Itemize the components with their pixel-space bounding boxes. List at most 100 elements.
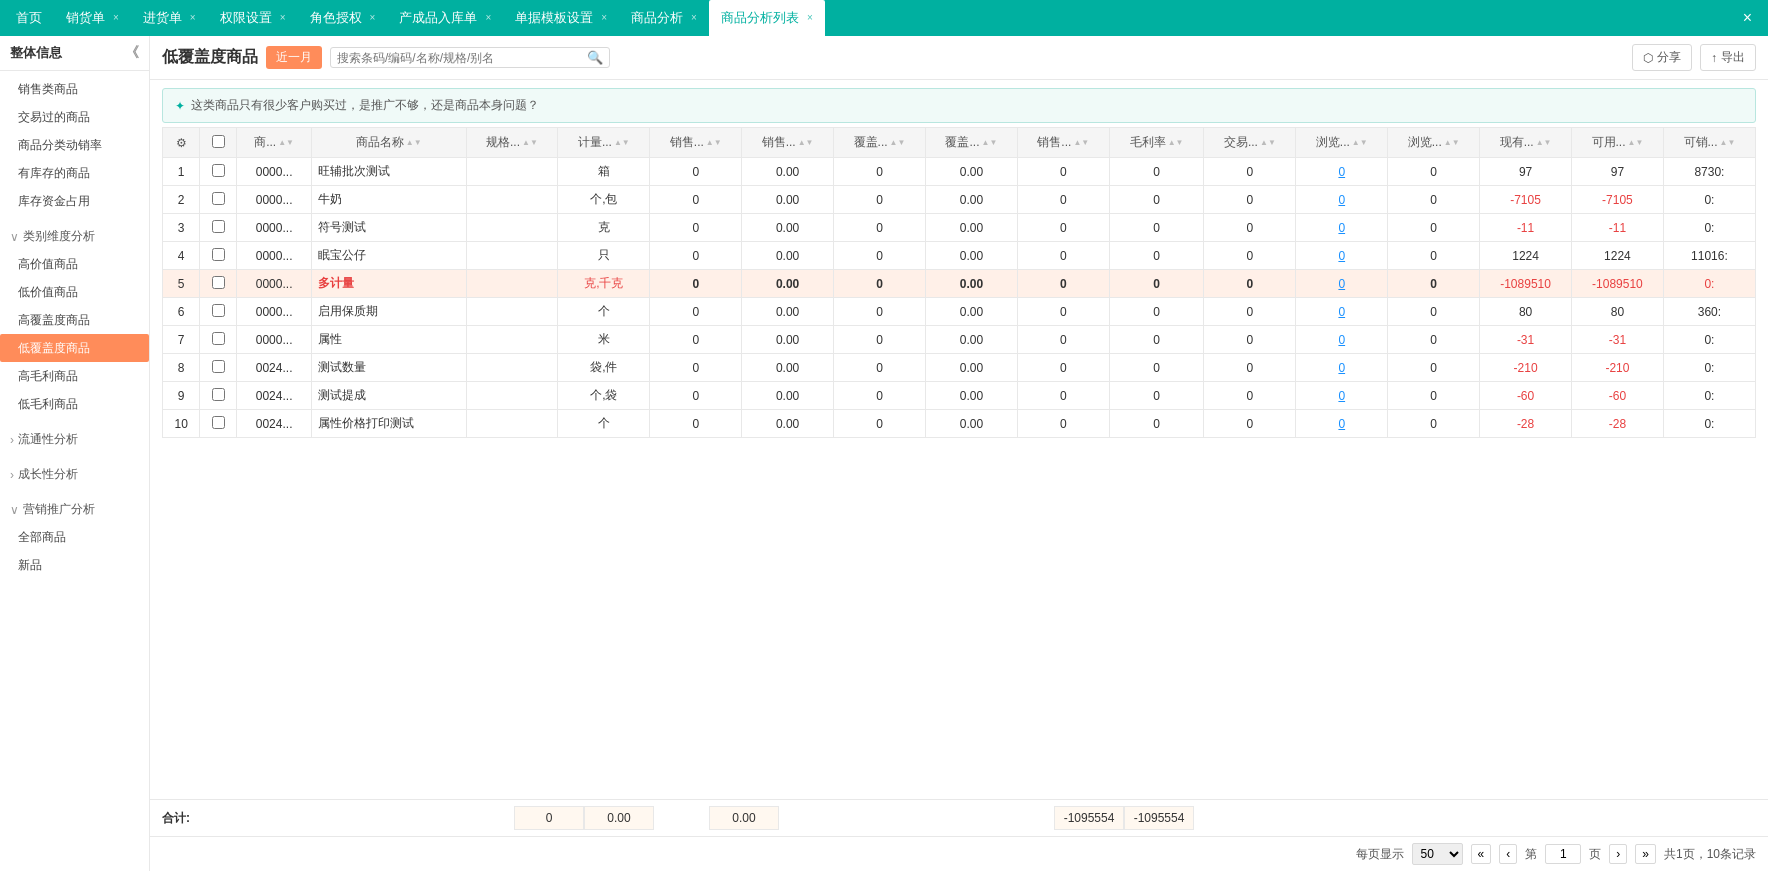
nav-permissions[interactable]: 权限设置 × [208,0,298,36]
row-checkbox[interactable] [200,214,237,242]
row-browse1[interactable]: 0 [1296,242,1388,270]
row-code: 0024... [237,354,312,382]
row-name: 符号测试 [312,214,466,242]
row-sales-days: 0 [1017,158,1109,186]
sidebar-item-high-value[interactable]: 高价值商品 [0,250,149,278]
sidebar-item-low-profit[interactable]: 低毛利商品 [0,390,149,418]
prev-page-btn[interactable]: ‹ [1499,844,1517,864]
row-checkbox[interactable] [200,354,237,382]
sidebar-item-sales-goods[interactable]: 销售类商品 [0,75,149,103]
sidebar-item-low-value[interactable]: 低价值商品 [0,278,149,306]
last-page-btn[interactable]: » [1635,844,1656,864]
nav-roles-close[interactable]: × [370,0,376,36]
row-sales-days: 0 [1017,354,1109,382]
nav-purchase[interactable]: 进货单 × [131,0,208,36]
row-sales-amt: 0.00 [742,410,834,438]
sidebar-flow-title[interactable]: › 流通性分析 [0,426,149,453]
col-browse1: 浏览...▲▼ [1296,128,1388,158]
nav-analysis-list[interactable]: 商品分析列表 × [709,0,825,36]
sidebar-marketing-title[interactable]: ∨ 营销推广分析 [0,496,149,523]
row-gross-rate: 0 [1109,270,1204,298]
nav-roles[interactable]: 角色授权 × [298,0,388,36]
nav-analysis-list-close[interactable]: × [807,0,813,36]
row-browse1[interactable]: 0 [1296,410,1388,438]
page-input[interactable] [1545,844,1581,864]
share-button[interactable]: ⬡ 分享 [1632,44,1692,71]
row-unit: 个 [558,298,650,326]
select-all-checkbox[interactable] [212,135,225,148]
sidebar-item-in-stock[interactable]: 有库存的商品 [0,159,149,187]
next-page-btn[interactable]: › [1609,844,1627,864]
row-checkbox[interactable] [200,158,237,186]
row-checkbox[interactable] [200,270,237,298]
sidebar-item-high-profit[interactable]: 高毛利商品 [0,362,149,390]
sidebar-growth-title[interactable]: › 成长性分析 [0,461,149,488]
sidebar-category-title[interactable]: ∨ 类别维度分析 [0,223,149,250]
row-browse1[interactable]: 0 [1296,326,1388,354]
sidebar-item-new-goods[interactable]: 新品 [0,551,149,579]
row-checkbox[interactable] [200,298,237,326]
nav-templates[interactable]: 单据模板设置 × [503,0,619,36]
sidebar-item-low-coverage[interactable]: 低覆盖度商品 [0,334,149,362]
total-current: -1095554 [1054,806,1124,830]
search-input[interactable] [337,51,587,65]
row-trade: 0 [1204,354,1296,382]
sidebar-item-traded-goods[interactable]: 交易过的商品 [0,103,149,131]
row-browse1[interactable]: 0 [1296,186,1388,214]
sidebar-item-capital-ratio[interactable]: 库存资金占用 [0,187,149,215]
sidebar-item-sales-rate[interactable]: 商品分类动销率 [0,131,149,159]
total-cov2: 0.00 [709,806,779,830]
top-navigation: 首页 销货单 × 进货单 × 权限设置 × 角色授权 × 产成品入库单 × 单据… [0,0,1768,36]
col-spec: 规格...▲▼ [466,128,558,158]
sidebar-item-high-coverage[interactable]: 高覆盖度商品 [0,306,149,334]
row-spec [466,214,558,242]
row-gross-rate: 0 [1109,410,1204,438]
row-browse1[interactable]: 0 [1296,382,1388,410]
nav-sales-close[interactable]: × [113,0,119,36]
row-checkbox[interactable] [200,410,237,438]
row-gross-rate: 0 [1109,326,1204,354]
row-cov1: 0 [834,410,926,438]
nav-window-close[interactable]: × [1731,9,1764,27]
row-browse1[interactable]: 0 [1296,270,1388,298]
nav-analysis[interactable]: 商品分析 × [619,0,709,36]
nav-purchase-close[interactable]: × [190,0,196,36]
row-browse1[interactable]: 0 [1296,214,1388,242]
row-code: 0000... [237,326,312,354]
nav-sales[interactable]: 销货单 × [54,0,131,36]
col-setting[interactable]: ⚙ [163,128,200,158]
first-page-btn[interactable]: « [1471,844,1492,864]
row-browse1[interactable]: 0 [1296,298,1388,326]
nav-products[interactable]: 产成品入库单 × [387,0,503,36]
row-checkbox[interactable] [200,382,237,410]
row-available-stock: 80 [1572,298,1664,326]
sidebar-collapse-btn[interactable]: 《 [125,44,139,62]
nav-permissions-close[interactable]: × [280,0,286,36]
row-browse2: 0 [1388,186,1480,214]
table-row: 10 0024... 属性价格打印测试 个 0 0.00 0 0.00 0 0 … [163,410,1756,438]
nav-products-close[interactable]: × [485,0,491,36]
col-checkbox[interactable] [200,128,237,158]
row-sales-qty: 0 [650,214,742,242]
row-sales-amt: 0.00 [742,158,834,186]
export-icon: ↑ [1711,51,1717,65]
table-row: 6 0000... 启用保质期 个 0 0.00 0 0.00 0 0 0 0 … [163,298,1756,326]
sidebar-item-all-goods[interactable]: 全部商品 [0,523,149,551]
page-size-select[interactable]: 50 20 100 [1412,843,1463,865]
row-checkbox[interactable] [200,186,237,214]
info-bar: ✦ 这类商品只有很少客户购买过，是推广不够，还是商品本身问题？ [162,88,1756,123]
date-filter-button[interactable]: 近一月 [266,46,322,69]
row-sellable: 0: [1663,410,1755,438]
export-button[interactable]: ↑ 导出 [1700,44,1756,71]
row-browse1[interactable]: 0 [1296,158,1388,186]
row-gross-rate: 0 [1109,382,1204,410]
row-checkbox[interactable] [200,326,237,354]
info-message: 这类商品只有很少客户购买过，是推广不够，还是商品本身问题？ [191,97,539,114]
row-checkbox[interactable] [200,242,237,270]
nav-analysis-close[interactable]: × [691,0,697,36]
row-browse1[interactable]: 0 [1296,354,1388,382]
row-unit: 个,袋 [558,382,650,410]
row-unit: 个 [558,410,650,438]
nav-home[interactable]: 首页 [4,0,54,36]
nav-templates-close[interactable]: × [601,0,607,36]
